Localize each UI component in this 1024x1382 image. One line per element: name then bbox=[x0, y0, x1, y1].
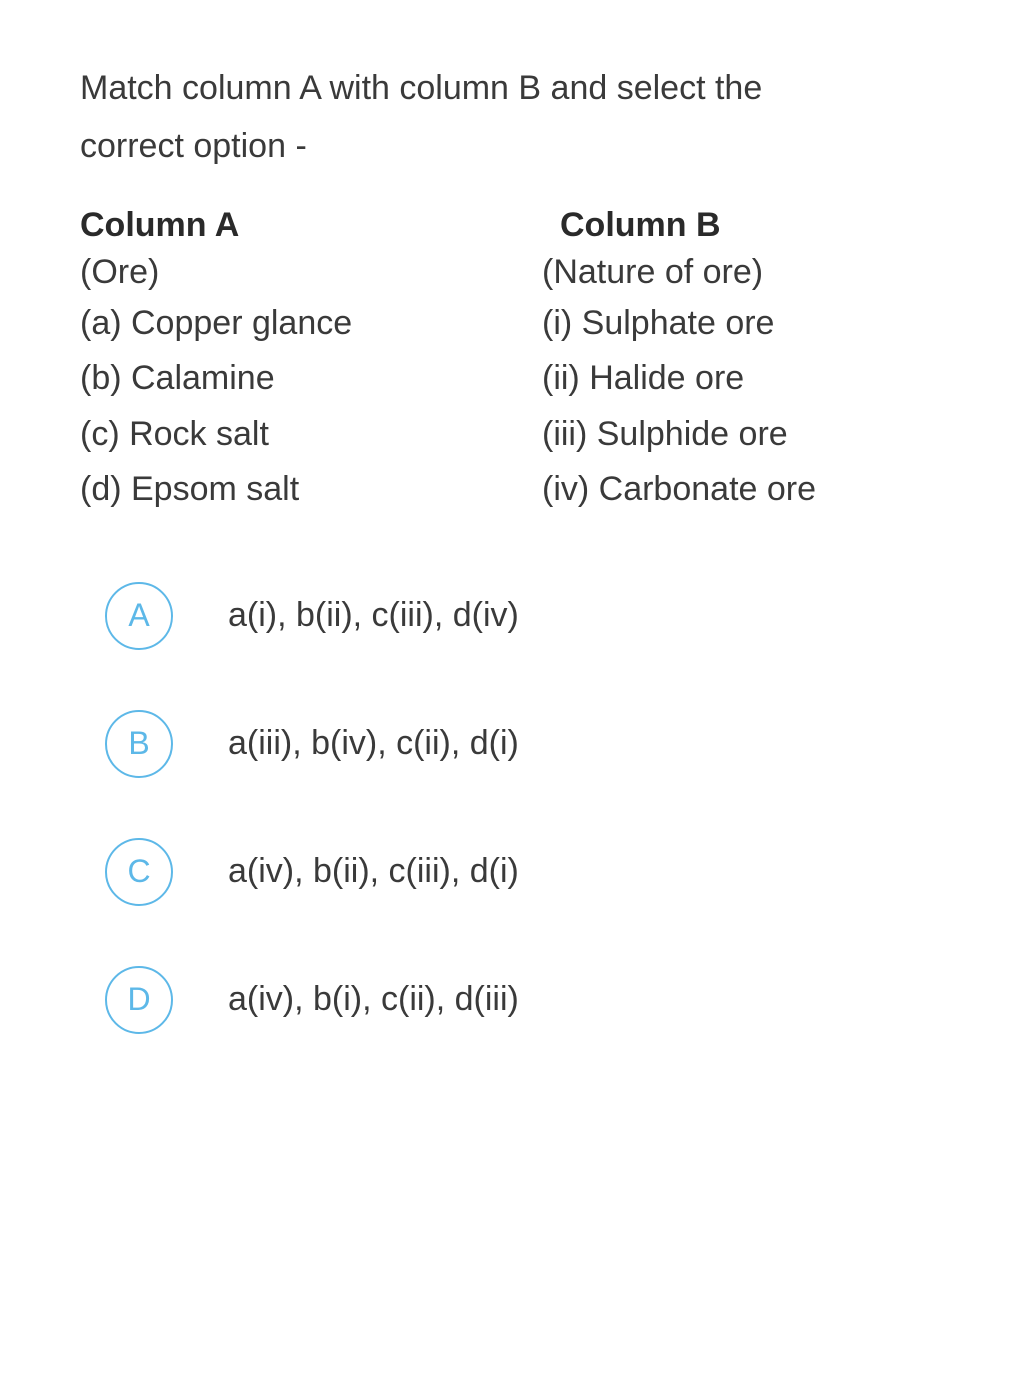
column-b-subtitle: (Nature of ore) bbox=[542, 253, 944, 292]
option-text: a(i), b(ii), c(iii), d(iv) bbox=[228, 596, 519, 635]
option-letter-circle: A bbox=[105, 582, 173, 650]
option-a[interactable]: A a(i), b(ii), c(iii), d(iv) bbox=[105, 582, 944, 650]
question-text: Match column A with column B and select … bbox=[80, 60, 944, 176]
columns-container: Column A (Ore) (a) Copper glance (b) Cal… bbox=[80, 206, 944, 522]
column-b-item: (iii) Sulphide ore bbox=[542, 411, 944, 459]
column-b-item: (i) Sulphate ore bbox=[542, 300, 944, 348]
option-d[interactable]: D a(iv), b(i), c(ii), d(iii) bbox=[105, 966, 944, 1034]
question-line-1: Match column A with column B and select … bbox=[80, 69, 762, 107]
option-letter-circle: B bbox=[105, 710, 173, 778]
column-a: Column A (Ore) (a) Copper glance (b) Cal… bbox=[80, 206, 482, 522]
option-letter-circle: C bbox=[105, 838, 173, 906]
option-text: a(iii), b(iv), c(ii), d(i) bbox=[228, 724, 519, 763]
question-line-2: correct option - bbox=[80, 127, 307, 165]
option-c[interactable]: C a(iv), b(ii), c(iii), d(i) bbox=[105, 838, 944, 906]
column-a-item: (c) Rock salt bbox=[80, 411, 482, 459]
column-a-item: (d) Epsom salt bbox=[80, 466, 482, 514]
column-a-item: (a) Copper glance bbox=[80, 300, 482, 348]
column-b-item: (ii) Halide ore bbox=[542, 355, 944, 403]
column-a-item: (b) Calamine bbox=[80, 355, 482, 403]
column-a-subtitle: (Ore) bbox=[80, 253, 482, 292]
column-b: Column B (Nature of ore) (i) Sulphate or… bbox=[542, 206, 944, 522]
option-text: a(iv), b(ii), c(iii), d(i) bbox=[228, 852, 519, 891]
option-text: a(iv), b(i), c(ii), d(iii) bbox=[228, 980, 519, 1019]
column-a-title: Column A bbox=[80, 206, 482, 245]
column-b-title: Column B bbox=[542, 206, 944, 245]
option-letter-circle: D bbox=[105, 966, 173, 1034]
column-b-item: (iv) Carbonate ore bbox=[542, 466, 944, 514]
answer-options: A a(i), b(ii), c(iii), d(iv) B a(iii), b… bbox=[80, 582, 944, 1034]
option-b[interactable]: B a(iii), b(iv), c(ii), d(i) bbox=[105, 710, 944, 778]
